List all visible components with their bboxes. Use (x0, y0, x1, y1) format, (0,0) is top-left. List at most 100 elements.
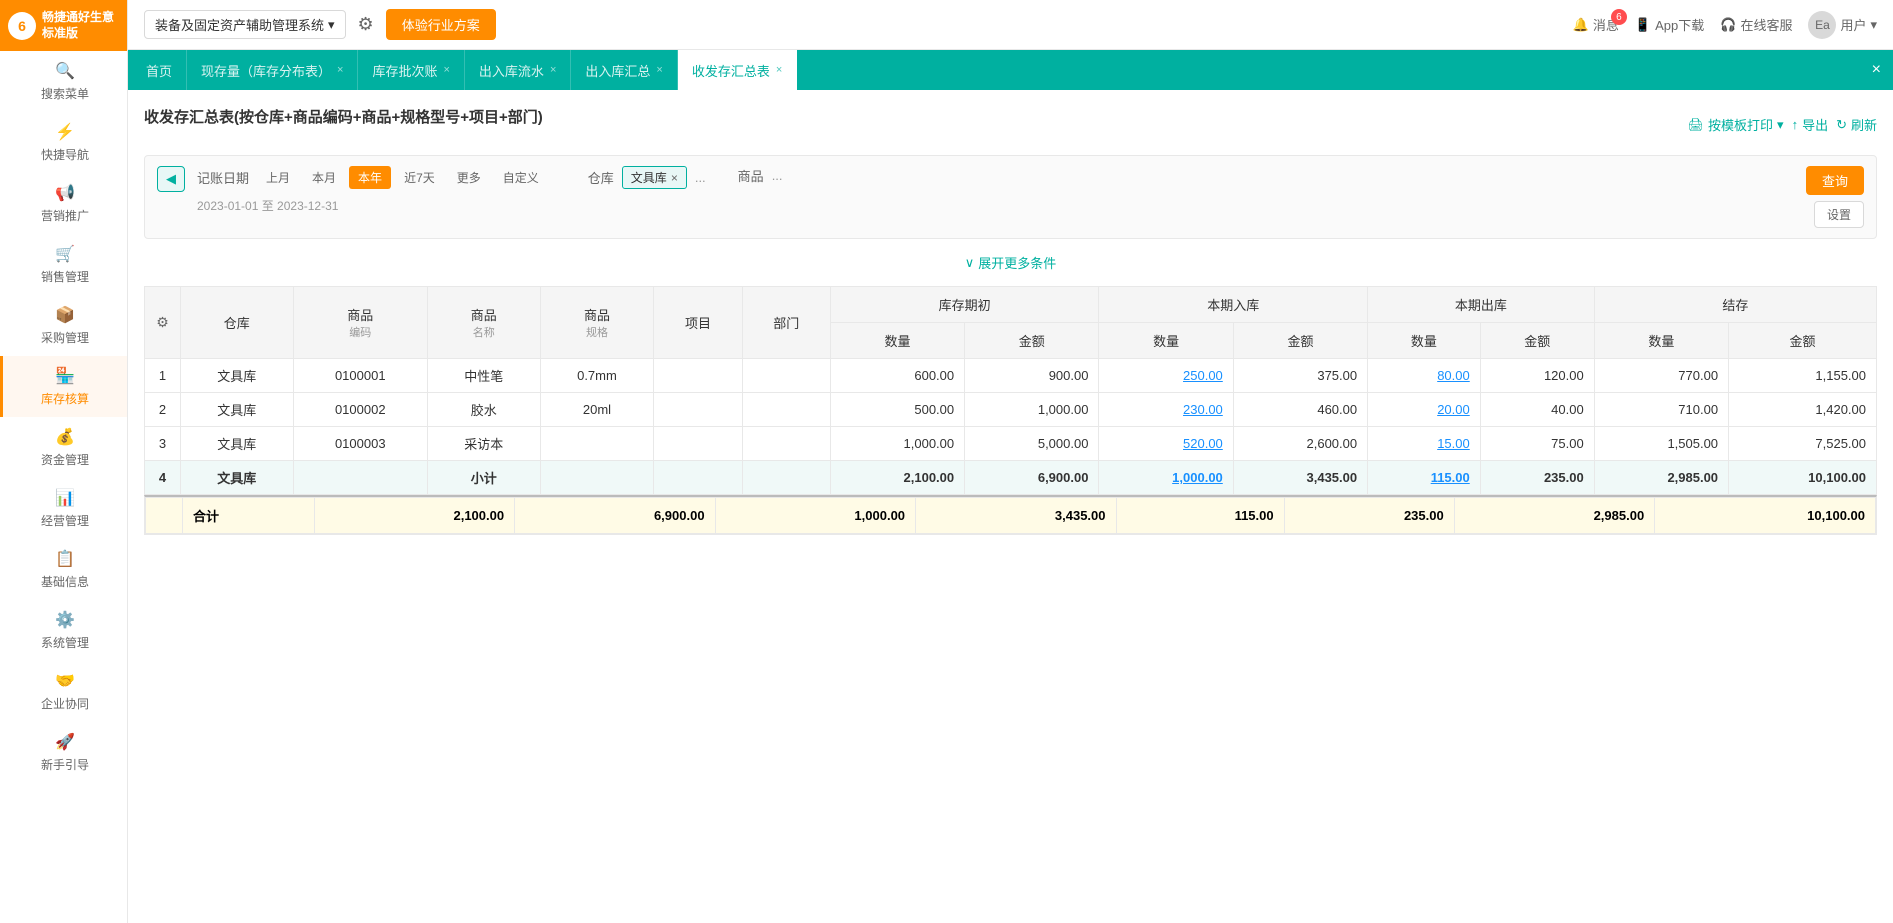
expand-more-btn[interactable]: ∨ 展开更多条件 (144, 247, 1877, 278)
warehouse-tag-close[interactable]: × (671, 171, 678, 185)
warehouse-label: 仓库 (588, 168, 614, 187)
sidebar-item-guide[interactable]: 🚀 新手引导 (0, 722, 127, 783)
filter-settings-btn[interactable]: 设置 (1814, 201, 1864, 228)
date-btn-本月[interactable]: 本月 (303, 166, 345, 189)
row-spec: 0.7mm (540, 359, 654, 393)
sidebar-item-system[interactable]: ⚙️系统管理 (0, 600, 127, 661)
warehouse-more-btn[interactable]: ... (695, 170, 706, 185)
sidebar-item-search[interactable]: 🔍搜索菜单 (0, 51, 127, 112)
row-warehouse: 文具库 (181, 461, 294, 495)
filter-bar: ◀ 记账日期 上月本月本年近7天更多自定义 2023-01-01 至 2023-… (144, 155, 1877, 239)
sidebar-item-label: 新手引导 (41, 756, 89, 773)
purchase-icon: 📦 (55, 305, 75, 325)
out-qty-cell[interactable]: 15.00 (1368, 427, 1481, 461)
notification-btn[interactable]: 🔔 消息 6 (1573, 15, 1619, 34)
print-btn[interactable]: 🖨 按模板打印 ▾ (1688, 115, 1784, 134)
sidebar-item-enterprise[interactable]: 🤝企业协同 (0, 661, 127, 722)
in-qty-cell[interactable]: 230.00 (1099, 393, 1233, 427)
sidebar-item-operations[interactable]: 📊经营管理 (0, 478, 127, 539)
refresh-btn[interactable]: ↻ 刷新 (1836, 115, 1877, 134)
sidebar-item-finance[interactable]: 💰资金管理 (0, 417, 127, 478)
topbar: 装备及固定资产辅助管理系统 ▾ ⚙ 体验行业方案 🔔 消息 6 📱 App下载 … (128, 0, 1893, 50)
out-qty-cell[interactable]: 80.00 (1368, 359, 1481, 393)
tab-close-icon[interactable]: × (656, 64, 662, 76)
tab-close-icon[interactable]: × (550, 64, 556, 76)
row-open-amt: 6,900.00 (965, 461, 1099, 495)
row-project (654, 393, 742, 427)
footer-spacer (146, 498, 183, 534)
row-open-amt: 1,000.00 (965, 393, 1099, 427)
export-icon: ↑ (1792, 117, 1799, 132)
online-support-btn[interactable]: 🎧 在线客服 (1720, 15, 1792, 34)
settings-icon[interactable]: ⚙ (358, 14, 374, 35)
sidebar-item-quick-nav[interactable]: ⚡快捷导航 (0, 112, 127, 173)
tab-inout-summary[interactable]: 出入库汇总× (571, 50, 677, 90)
th-bal-qty: 数量 (1594, 323, 1728, 359)
page-title: 收发存汇总表(按仓库+商品编码+商品+规格型号+项目+部门) (144, 106, 543, 127)
system-selector[interactable]: 装备及固定资产辅助管理系统 ▾ (144, 10, 346, 39)
sidebar-item-sales[interactable]: 🛒 销售管理 (0, 234, 127, 295)
tab-inventory-dist[interactable]: 现存量（库存分布表）× (187, 50, 358, 90)
main-area: 装备及固定资产辅助管理系统 ▾ ⚙ 体验行业方案 🔔 消息 6 📱 App下载 … (128, 0, 1893, 923)
out-qty-cell[interactable]: 20.00 (1368, 393, 1481, 427)
row-dept (742, 461, 830, 495)
user-menu[interactable]: Ea 用户 ▾ (1808, 11, 1877, 39)
sidebar-item-inventory[interactable]: 🏪库存核算 (0, 356, 127, 417)
tab-close-icon[interactable]: × (337, 64, 343, 76)
row-project (654, 359, 742, 393)
tab-inout-flow[interactable]: 出入库流水 × (465, 50, 571, 90)
tab-receive-summary[interactable]: 收发存汇总表× (678, 50, 797, 90)
th-warehouse: 仓库 (181, 287, 294, 359)
date-btn-上月[interactable]: 上月 (257, 166, 299, 189)
footer-in-amt: 3,435.00 (916, 498, 1116, 534)
row-out-amt: 120.00 (1480, 359, 1594, 393)
sidebar-item-label: 销售管理 (41, 268, 89, 285)
row-code (293, 461, 427, 495)
sidebar-item-basic-info[interactable]: 📋基础信息 (0, 539, 127, 600)
gear-icon[interactable]: ⚙ (156, 314, 169, 330)
tab-close-icon[interactable]: × (443, 64, 449, 76)
in-qty-cell[interactable]: 250.00 (1099, 359, 1233, 393)
footer-open-qty: 2,100.00 (314, 498, 514, 534)
row-project (654, 461, 742, 495)
th-in-qty: 数量 (1099, 323, 1233, 359)
th-open-qty: 数量 (830, 323, 964, 359)
tab-home[interactable]: 首页 (132, 50, 187, 90)
row-spec (540, 427, 654, 461)
export-btn[interactable]: ↑ 导出 (1792, 115, 1829, 134)
notification-badge: 6 (1611, 9, 1627, 25)
chevron-down-icon: ∨ (965, 255, 975, 271)
tab-batch[interactable]: 库存批次账× (358, 50, 464, 90)
row-open-qty: 500.00 (830, 393, 964, 427)
out-qty-cell[interactable]: 115.00 (1368, 461, 1481, 495)
warehouse-filter: 仓库 文具库 × ... (588, 166, 706, 189)
row-no: 4 (145, 461, 181, 495)
row-in-amt: 460.00 (1233, 393, 1367, 427)
in-qty-cell[interactable]: 520.00 (1099, 427, 1233, 461)
in-qty-cell[interactable]: 1,000.00 (1099, 461, 1233, 495)
table-settings-header[interactable]: ⚙ (145, 287, 181, 359)
goods-more-btn[interactable]: ... (772, 168, 783, 183)
app-download-btn[interactable]: 📱 App下载 (1635, 15, 1704, 34)
sidebar-item-marketing[interactable]: 📢营销推广 (0, 173, 127, 234)
row-name: 小计 (427, 461, 540, 495)
date-btn-近7天[interactable]: 近7天 (395, 166, 444, 189)
footer-bal-qty: 2,985.00 (1454, 498, 1654, 534)
date-btn-自定义[interactable]: 自定义 (494, 166, 548, 189)
th-in: 本期入库 (1099, 287, 1368, 323)
tab-label: 出入库流水 (479, 61, 544, 80)
date-btn-本年[interactable]: 本年 (349, 166, 391, 189)
trial-btn[interactable]: 体验行业方案 (386, 9, 496, 40)
date-btn-更多[interactable]: 更多 (448, 166, 490, 189)
sales-icon: 🛒 (55, 244, 75, 264)
sidebar-item-purchase[interactable]: 📦采购管理 (0, 295, 127, 356)
system-name: 装备及固定资产辅助管理系统 (155, 15, 324, 34)
guide-icon: 🚀 (55, 732, 75, 752)
enterprise-icon: 🤝 (55, 671, 75, 691)
query-btn[interactable]: 查询 (1806, 166, 1864, 195)
tabbar-close-all-btn[interactable]: × (1864, 61, 1889, 79)
row-name: 胶水 (427, 393, 540, 427)
tab-close-icon[interactable]: × (776, 64, 782, 76)
refresh-icon: ↻ (1836, 117, 1847, 133)
filter-toggle-btn[interactable]: ◀ (157, 166, 185, 192)
